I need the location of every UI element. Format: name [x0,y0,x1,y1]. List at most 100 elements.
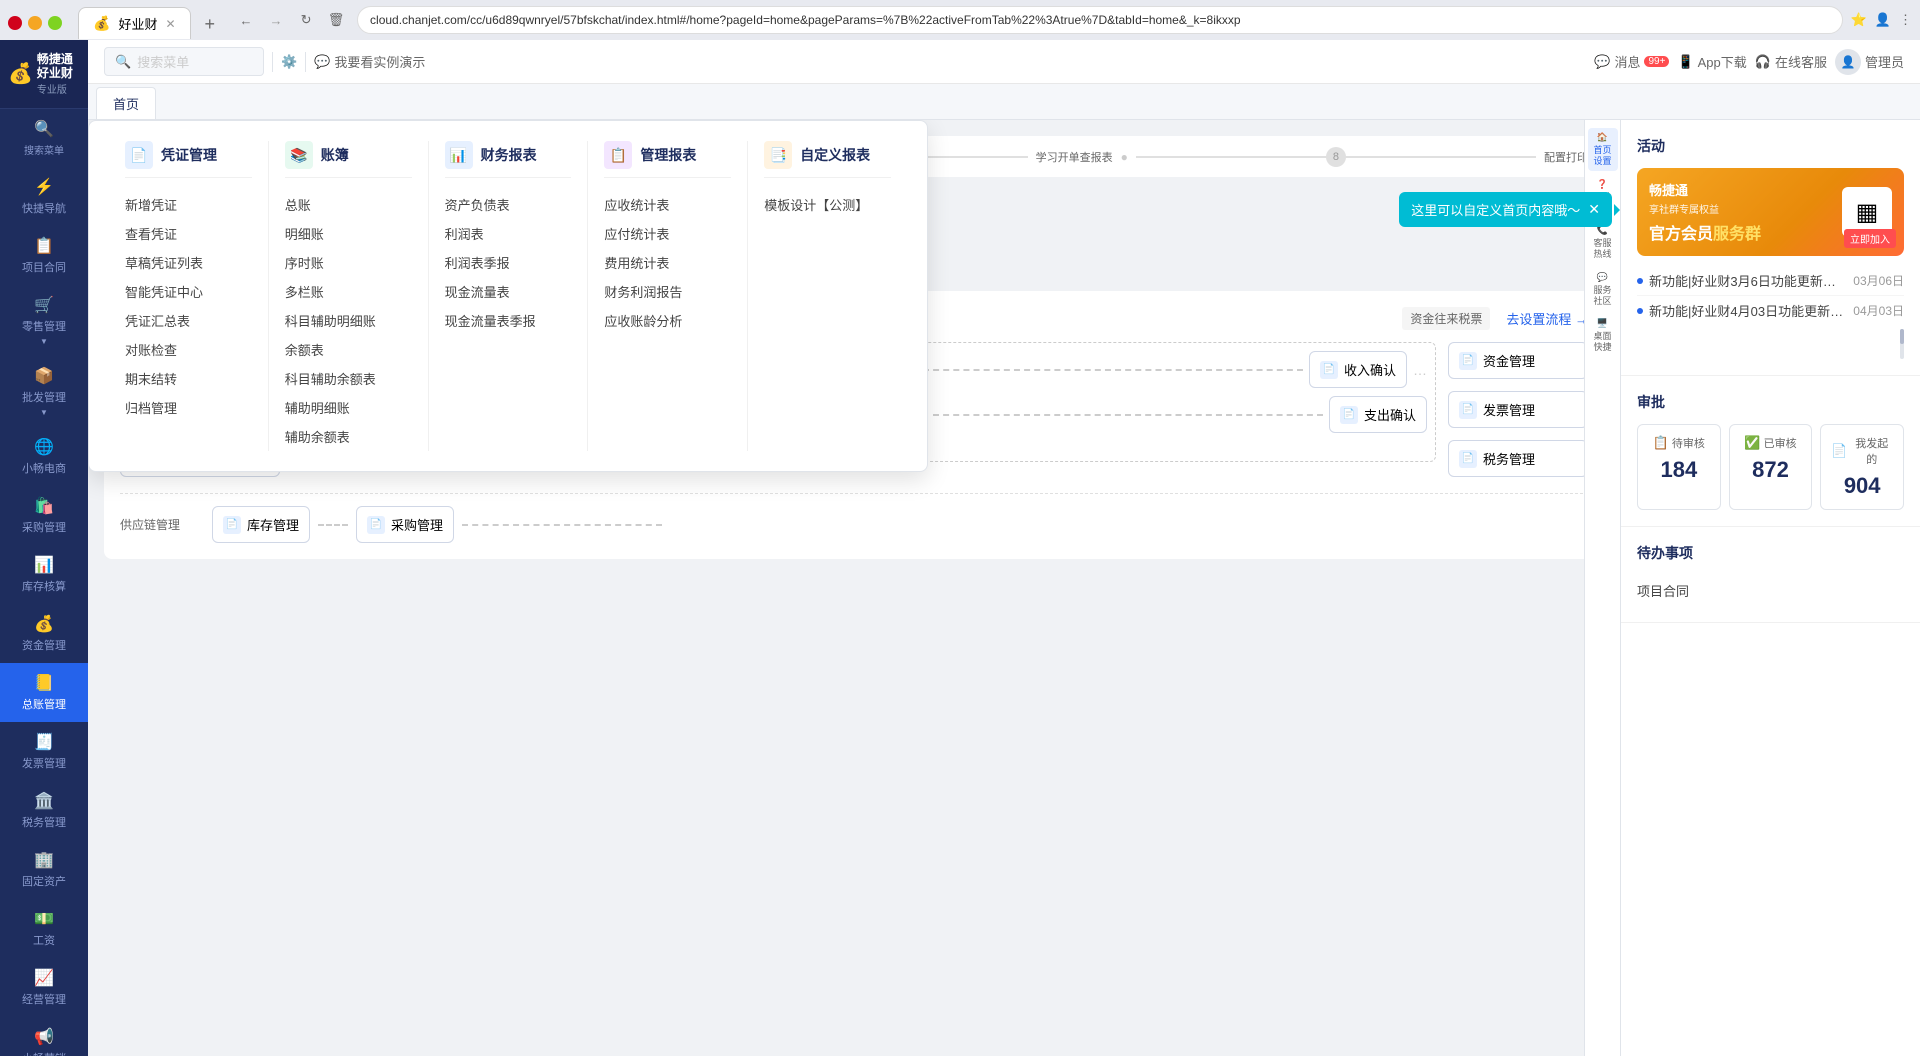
sidebar-item-purchase[interactable]: 🛍️ 采购管理 [0,486,88,545]
sidebar-item-assets[interactable]: 🏢 固定资产 [0,840,88,899]
invoice-icon: 🧾 [34,732,54,752]
sidebar-item-accounting[interactable]: 📒 总账管理 [0,663,88,722]
menu-detail-ledger[interactable]: 明细账 [285,219,412,248]
browser-address-bar[interactable]: cloud.chanjet.com/cc/u6d89qwnryel/57bfsk… [357,6,1843,34]
sidebar-item-marketing[interactable]: 📢 小畅营销 [0,1017,88,1056]
floating-tip-close[interactable]: ✕ [1588,201,1600,218]
settings-btn-top[interactable]: ⚙️ [281,54,297,70]
sidebar-item-payroll[interactable]: 💵 工资 [0,899,88,958]
sidebar-item-wholesale[interactable]: 📦 批发管理 ▼ [0,356,88,427]
browser-tab-active[interactable]: 💰 好业财 ✕ [78,7,191,39]
menu-chrono-ledger[interactable]: 序时账 [285,248,412,277]
message-badge: 99+ [1644,56,1669,67]
menu-payable-stat[interactable]: 应付统计表 [604,219,731,248]
window-close-btn[interactable] [8,16,22,30]
sidebar-marketing-label: 小畅营销 [22,1050,66,1056]
message-btn[interactable]: 💬 消息 99+ [1594,52,1669,71]
browser-new-tab[interactable]: + [195,10,226,39]
sidebar-item-inventory[interactable]: 📊 库存核算 [0,545,88,604]
browser-menu-btn[interactable]: ⋮ [1899,12,1912,28]
sidebar-retail-label: 零售管理 [22,318,66,334]
menu-receivable-stat[interactable]: 应收统计表 [604,190,731,219]
menu-balance[interactable]: 余额表 [285,335,412,364]
menu-profit-report[interactable]: 财务利润报告 [604,277,731,306]
top-search-text: 搜索菜单 [137,52,189,71]
menu-subject-detail[interactable]: 科目辅助明细账 [285,306,412,335]
financial-icon: 📊 [445,141,473,169]
menu-archive[interactable]: 归档管理 [125,393,252,422]
tax-icon: 🏛️ [34,791,54,811]
menu-cashflow[interactable]: 现金流量表 [445,277,572,306]
address-url: cloud.chanjet.com/cc/u6d89qwnryel/57bfsk… [370,13,1241,27]
sidebar-ecom-label: 小畅电商 [22,460,66,476]
menu-aux-detail[interactable]: 辅助明细账 [285,393,412,422]
content-area: 📄 凭证管理 新增凭证 查看凭证 草稿凭证列表 智能凭证中心 凭证汇总表 对账检… [88,120,1920,1056]
menu-reconcile[interactable]: 对账检查 [125,335,252,364]
sidebar-tax-label: 税务管理 [22,814,66,830]
top-search-box[interactable]: 🔍 搜索菜单 [104,47,264,76]
top-bar: 🔍 搜索菜单 ⚙️ 💬 我要看实例演示 💬 消息 99+ 📱 App下载 🎧 [88,40,1920,84]
dropdown-section-voucher: 📄 凭证管理 新增凭证 查看凭证 草稿凭证列表 智能凭证中心 凭证汇总表 对账检… [109,141,269,451]
sidebar-item-retail[interactable]: 🛒 零售管理 ▼ [0,285,88,356]
menu-multi-ledger[interactable]: 多栏账 [285,277,412,306]
app-download-btn[interactable]: 📱 App下载 [1677,52,1746,71]
sidebar-item-contract[interactable]: 📋 项目合同 [0,226,88,285]
menu-aux-balance[interactable]: 辅助余额表 [285,422,412,451]
sidebar-item-tax[interactable]: 🏛️ 税务管理 [0,781,88,840]
dropdown-financial-title: 📊 财务报表 [445,141,572,178]
tab-home-label: 首页 [113,97,139,112]
custom-icon: 📑 [764,141,792,169]
menu-expense-stat[interactable]: 费用统计表 [604,248,731,277]
sidebar-item-ecom[interactable]: 🌐 小畅电商 [0,427,88,486]
dropdown-voucher-title: 📄 凭证管理 [125,141,252,178]
ecom-icon: 🌐 [34,437,54,457]
message-label: 消息 [1614,52,1640,71]
browser-account-btn[interactable]: 👤 [1875,12,1891,28]
demo-icon: 💬 [314,54,330,70]
tab-home[interactable]: 首页 [96,87,156,119]
menu-cashflow-quarterly[interactable]: 现金流量表季报 [445,306,572,335]
user-avatar-btn[interactable]: 👤 管理员 [1835,49,1904,75]
menu-template-design[interactable]: 模板设计【公测】 [764,190,891,219]
menu-aging-analysis[interactable]: 应收账龄分析 [604,306,731,335]
sidebar-item-quicknav[interactable]: ⚡ 快捷导航 [0,167,88,226]
browser-tab-close[interactable]: ✕ [165,17,175,31]
browser-reload-btn[interactable]: ↻ [293,7,319,33]
menu-draft-voucher[interactable]: 草稿凭证列表 [125,248,252,277]
ledger-icon: 📚 [285,141,313,169]
quicknav-icon: ⚡ [34,177,54,197]
menu-income-stmt[interactable]: 利润表 [445,219,572,248]
menu-period-end[interactable]: 期末结转 [125,364,252,393]
contract-icon: 📋 [34,236,54,256]
browser-bookmark-btn[interactable]: ⭐ [1851,12,1867,28]
online-service-btn[interactable]: 🎧 在线客服 [1755,52,1827,71]
sidebar-invoice-label: 发票管理 [22,755,66,771]
sidebar-item-ops[interactable]: 📈 经营管理 [0,958,88,1017]
menu-view-voucher[interactable]: 查看凭证 [125,219,252,248]
menu-balance-sheet[interactable]: 资产负债表 [445,190,572,219]
floating-tip-text: 这里可以自定义首页内容哦～ [1411,200,1580,219]
browser-forward-btn[interactable]: → [263,7,289,33]
menu-voucher-summary[interactable]: 凭证汇总表 [125,306,252,335]
browser-back-btn[interactable]: ← [233,7,259,33]
menu-new-voucher[interactable]: 新增凭证 [125,190,252,219]
window-min-btn[interactable] [28,16,42,30]
sidebar-inventory-label: 库存核算 [22,578,66,594]
window-max-btn[interactable] [48,16,62,30]
download-icon: 📱 [1677,54,1693,70]
sidebar-item-finance[interactable]: 💰 资金管理 [0,604,88,663]
dropdown-overlay: 📄 凭证管理 新增凭证 查看凭证 草稿凭证列表 智能凭证中心 凭证汇总表 对账检… [88,120,1920,1056]
menu-general-ledger[interactable]: 总账 [285,190,412,219]
sidebar-item-invoice[interactable]: 🧾 发票管理 [0,722,88,781]
live-demo-btn[interactable]: 💬 我要看实例演示 [314,52,425,71]
purchase-icon: 🛍️ [34,496,54,516]
browser-stop-btn[interactable]: 🗑 [323,7,349,33]
menu-smart-voucher[interactable]: 智能凭证中心 [125,277,252,306]
sidebar-logo: 💰 畅捷通好业财 专业版 [0,40,88,109]
retail-icon: 🛒 [34,295,54,315]
sidebar-item-search[interactable]: 🔍 搜索菜单 [0,109,88,167]
sidebar-assets-label: 固定资产 [22,873,66,889]
dropdown-management-title: 📋 管理报表 [604,141,731,178]
menu-subject-balance[interactable]: 科目辅助余额表 [285,364,412,393]
menu-income-quarterly[interactable]: 利润表季报 [445,248,572,277]
